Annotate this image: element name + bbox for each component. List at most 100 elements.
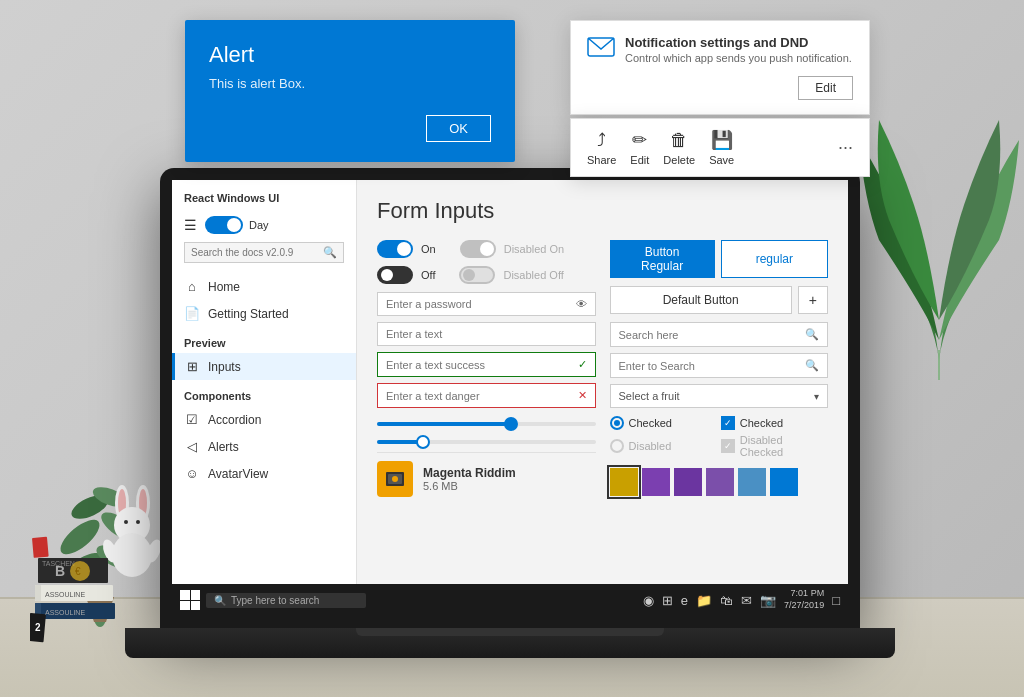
checkbox-disabled-checked: Disabled Checked — [721, 434, 828, 458]
day-toggle-wrap: Day — [205, 216, 269, 234]
sidebar: React Windows UI ☰ Day 🔍 ⌂ — [172, 180, 357, 616]
sidebar-item-alerts[interactable]: ◁ Alerts — [172, 433, 356, 460]
sidebar-item-avatarview[interactable]: ☺ AvatarView — [172, 460, 356, 487]
taskbar-multitask-icon[interactable]: ⊞ — [662, 593, 673, 608]
checkbox-checked-input[interactable] — [721, 416, 735, 430]
toggle-on[interactable] — [377, 240, 413, 258]
enter-search-icon: 🔍 — [805, 359, 819, 372]
button-default[interactable]: Default Button — [610, 286, 792, 314]
svg-text:€: € — [75, 566, 81, 577]
laptop-base — [125, 628, 895, 658]
svg-text:2: 2 — [35, 622, 41, 633]
toolbar-delete[interactable]: 🗑 Delete — [663, 130, 695, 166]
sidebar-item-inputs[interactable]: ⊞ Inputs — [172, 353, 356, 380]
search-icon: 🔍 — [323, 246, 337, 259]
button-plus[interactable]: + — [798, 286, 828, 314]
slider-1-fill — [377, 422, 508, 426]
toolbar-save[interactable]: 💾 Save — [709, 129, 734, 166]
swatch-blue1[interactable] — [738, 468, 766, 496]
radio-check-grid: Checked Checked Disabled — [610, 416, 829, 458]
svg-rect-22 — [35, 585, 41, 601]
toolbar-more-icon[interactable]: ··· — [838, 137, 853, 158]
toolbar-share-label: Share — [587, 154, 616, 166]
save-icon: 💾 — [711, 129, 733, 151]
svg-point-14 — [136, 520, 140, 524]
checkbox-checked-label: Checked — [740, 417, 783, 429]
toolbar-edit[interactable]: ✏ Edit — [630, 129, 649, 166]
password-input[interactable] — [386, 298, 576, 310]
sidebar-item-getting-started[interactable]: 📄 Getting Started — [172, 300, 356, 327]
toggle-disabled-off-ctrl — [459, 266, 495, 284]
toolbar-save-label: Save — [709, 154, 734, 166]
start-button[interactable] — [180, 590, 200, 610]
taskbar-edge-icon[interactable]: e — [681, 593, 688, 608]
svg-rect-29 — [32, 537, 49, 558]
buttons-row-1: Button Regular regular — [610, 240, 829, 278]
sidebar-search-input[interactable] — [191, 247, 323, 258]
radio-checked-input[interactable] — [610, 416, 624, 430]
slider-2-fill — [377, 440, 421, 444]
slider-2-track — [377, 440, 596, 444]
button-regular-outline[interactable]: regular — [721, 240, 828, 278]
taskbar-date: 7/27/2019 — [784, 600, 824, 612]
slider-2-wrap — [377, 440, 596, 444]
taskbar-folder-icon[interactable]: 📁 — [696, 593, 712, 608]
sidebar-item-home[interactable]: ⌂ Home — [172, 273, 356, 300]
radio-checked-label: Checked — [629, 417, 672, 429]
text-input[interactable] — [386, 328, 587, 340]
select-fruit[interactable]: Select a fruit ▾ — [610, 384, 829, 408]
notif-edit-button[interactable]: Edit — [798, 76, 853, 100]
button-regular[interactable]: Button Regular — [610, 240, 715, 278]
toggle-off[interactable] — [377, 266, 413, 284]
sidebar-avatarview-label: AvatarView — [208, 467, 268, 481]
slider-1-track — [377, 422, 596, 426]
taskbar-search-label: Type here to search — [231, 595, 319, 606]
success-input[interactable] — [386, 359, 578, 371]
toolbar-edit-label: Edit — [630, 154, 649, 166]
checkbox-disabled-input — [721, 439, 735, 453]
hamburger-icon[interactable]: ☰ — [184, 217, 197, 233]
taskbar-mail-icon[interactable]: ✉ — [741, 593, 752, 608]
svg-text:ASSOULINE: ASSOULINE — [45, 591, 85, 598]
taskbar-notification-icon[interactable]: □ — [832, 593, 840, 608]
toggle-off-row: Off Disabled Off — [377, 266, 596, 284]
swatch-purple3[interactable] — [706, 468, 734, 496]
day-toggle[interactable] — [205, 216, 243, 234]
main-content: Form Inputs On Disabl — [357, 180, 848, 616]
alert-title: Alert — [209, 42, 491, 68]
swatch-purple1[interactable] — [642, 468, 670, 496]
enter-search-input[interactable] — [619, 360, 806, 372]
svg-text:ASSOULINE: ASSOULINE — [45, 609, 85, 616]
toggle-on-label: On — [421, 243, 436, 255]
content-grid: On Disabled On Off — [377, 240, 828, 506]
list-item-icon — [377, 461, 413, 497]
swatch-gold[interactable] — [610, 468, 638, 496]
toggle-disabled-on-label: Disabled On — [504, 243, 565, 255]
checkbox-disabled-checked-label: Disabled Checked — [740, 434, 828, 458]
taskbar-cortana-icon[interactable]: ◉ — [643, 593, 654, 608]
taskbar-clock: 7:01 PM — [784, 588, 824, 600]
swatch-blue2[interactable] — [770, 468, 798, 496]
sidebar-brand: React Windows UI — [172, 192, 356, 212]
sidebar-inputs-label: Inputs — [208, 360, 241, 374]
toggle-on-row: On Disabled On — [377, 240, 596, 258]
edit-icon: ✏ — [632, 129, 647, 151]
slider-2-thumb[interactable] — [416, 435, 430, 449]
swatch-purple2[interactable] — [674, 468, 702, 496]
slider-1-thumb[interactable] — [504, 417, 518, 431]
taskbar-search-box[interactable]: 🔍 Type here to search — [206, 593, 366, 608]
chevron-down-icon: ▾ — [814, 391, 819, 402]
search-here-input[interactable] — [619, 329, 806, 341]
doc-icon: 📄 — [184, 306, 200, 321]
toolbar-share[interactable]: ⤴ Share — [587, 130, 616, 166]
taskbar-store-icon[interactable]: 🛍 — [720, 593, 733, 608]
enter-search-wrap: 🔍 — [610, 353, 829, 378]
password-input-wrap: 👁 — [377, 292, 596, 316]
danger-input[interactable] — [386, 390, 578, 402]
day-toggle-label: Day — [249, 219, 269, 231]
sidebar-item-accordion[interactable]: ☑ Accordion — [172, 406, 356, 433]
taskbar-icons: ◉ ⊞ e 📁 🛍 ✉ 📷 7:01 PM 7/27/2019 □ — [643, 588, 840, 611]
alert-ok-button[interactable]: OK — [426, 115, 491, 142]
taskbar-camera-icon[interactable]: 📷 — [760, 593, 776, 608]
sidebar-section-preview: Preview — [172, 327, 356, 353]
